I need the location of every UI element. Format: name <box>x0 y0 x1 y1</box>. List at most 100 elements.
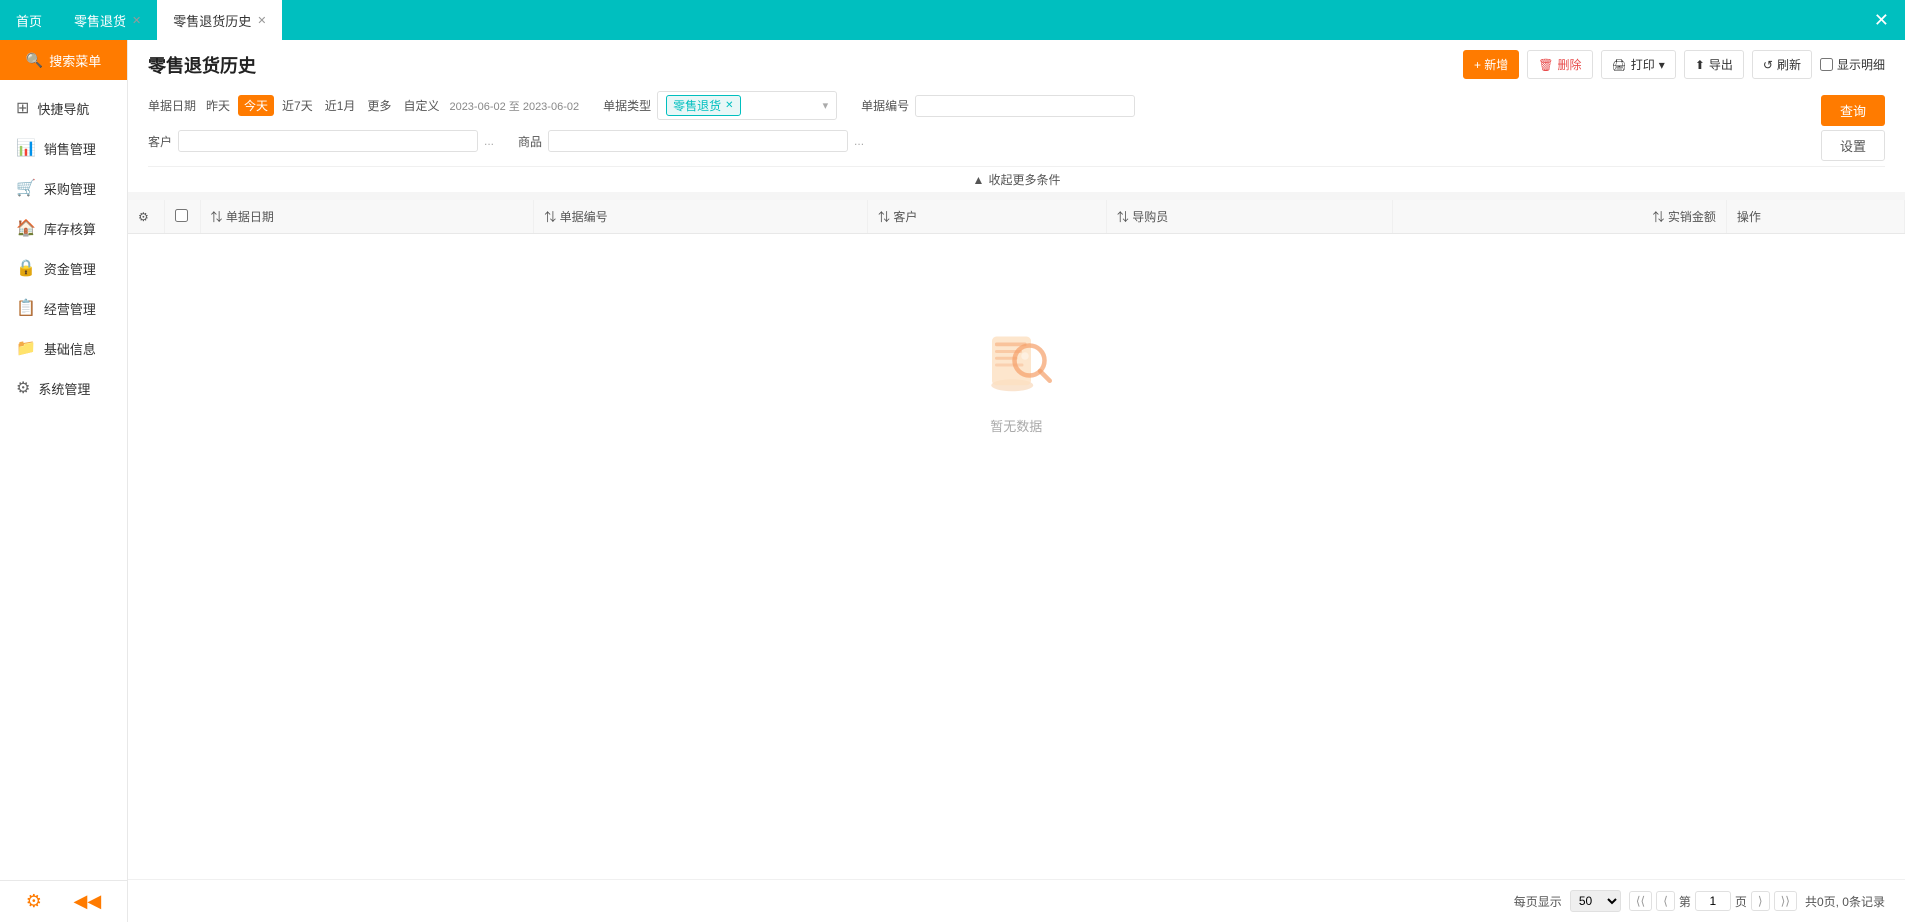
new-button[interactable]: + 新增 <box>1463 50 1519 79</box>
sidebar-item-quick-nav[interactable]: ⊞ 快捷导航 <box>0 88 127 128</box>
date-opt-7days[interactable]: 近7天 <box>278 95 317 116</box>
refresh-button[interactable]: ↺ 刷新 <box>1752 50 1812 79</box>
sidebar-item-label: 经营管理 <box>44 299 96 318</box>
th-actions: 操作 <box>1726 200 1904 234</box>
show-detail-checkbox[interactable] <box>1820 58 1833 71</box>
sidebar-item-finance[interactable]: 🔒 资金管理 <box>0 248 127 288</box>
sidebar-search[interactable]: 🔍 搜索菜单 <box>0 40 127 80</box>
collapse-label: 收起更多条件 <box>988 171 1060 188</box>
table-area: ⚙ ⇅ 单据日期 ⇅ 单据编号 <box>128 200 1905 879</box>
table-header: ⚙ ⇅ 单据日期 ⇅ 单据编号 <box>128 200 1905 234</box>
sidebar-item-system[interactable]: ⚙ 系统管理 <box>0 368 127 408</box>
th-number: ⇅ 单据编号 <box>534 200 868 234</box>
page-number-input[interactable] <box>1695 891 1731 911</box>
tab-retail-return-history[interactable]: 零售退货历史 ✕ <box>157 0 282 40</box>
th-date-label: 单据日期 <box>226 210 274 224</box>
page-nav: ⟨⟨ ⟨ 第 页 ⟩ ⟩⟩ <box>1629 891 1797 911</box>
close-retail-return-tab[interactable]: ✕ <box>132 14 141 27</box>
sidebar-item-inventory[interactable]: 🏠 库存核算 <box>0 208 127 248</box>
sidebar-item-label: 采购管理 <box>44 179 96 198</box>
goods-input[interactable] <box>548 130 848 152</box>
inventory-icon: 🏠 <box>16 218 36 238</box>
empty-state-icon <box>971 314 1061 404</box>
per-page-select[interactable]: 50 20 100 <box>1570 890 1621 912</box>
export-button[interactable]: ⬆ 导出 <box>1684 50 1744 79</box>
doc-type-tag-remove[interactable]: ✕ <box>725 100 733 111</box>
filter-main-row: 单据日期 昨天 今天 近7天 近1月 更多 自定义 2023-06-02 至 2… <box>148 91 1885 162</box>
sidebar-item-basic-info[interactable]: 📁 基础信息 <box>0 328 127 368</box>
filter-fields: 单据日期 昨天 今天 近7天 近1月 更多 自定义 2023-06-02 至 2… <box>148 91 1805 162</box>
date-opt-more[interactable]: 更多 <box>363 95 395 116</box>
sidebar-item-sales-mgmt[interactable]: 📊 销售管理 <box>0 128 127 168</box>
tab-retail-return[interactable]: 零售退货 ✕ <box>58 0 157 40</box>
empty-state-cell: 暂无数据 <box>128 234 1905 516</box>
sidebar-search-label: 搜索菜单 <box>49 51 101 70</box>
prev-page-button[interactable]: ⟨ <box>1656 891 1675 911</box>
column-settings-icon[interactable]: ⚙ <box>138 210 149 224</box>
sidebar-item-label: 销售管理 <box>44 139 96 158</box>
sidebar-bottom: ⚙ ◀◀ <box>0 880 127 922</box>
goods-ellipsis[interactable]: ... <box>854 134 864 148</box>
th-actions-label: 操作 <box>1737 210 1761 224</box>
next-page-button[interactable]: ⟩ <box>1751 891 1770 911</box>
th-settings[interactable]: ⚙ <box>128 200 164 234</box>
print-button[interactable]: 🖨 打印 ▾ <box>1601 50 1676 79</box>
first-page-button[interactable]: ⟨⟨ <box>1629 891 1652 911</box>
tab-home[interactable]: 首页 <box>0 0 58 40</box>
table-body: 暂无数据 <box>128 234 1905 516</box>
audio-bottom-icon[interactable]: ◀◀ <box>74 891 102 912</box>
date-opt-yesterday[interactable]: 昨天 <box>202 95 234 116</box>
sidebar-item-label: 资金管理 <box>44 259 96 278</box>
print-icon: 🖨 <box>1612 58 1627 72</box>
sidebar-item-label: 系统管理 <box>38 379 90 398</box>
date-opt-custom[interactable]: 自定义 <box>399 95 443 116</box>
query-button[interactable]: 查询 <box>1821 95 1885 126</box>
doc-type-label: 单据类型 <box>603 97 651 114</box>
doc-number-input[interactable] <box>915 95 1135 117</box>
content-area: 零售退货历史 + 新增 🗑 删除 🖨 打印 ▾ ⬆ 导出 <box>128 40 1905 922</box>
filter-row-1: 单据日期 昨天 今天 近7天 近1月 更多 自定义 2023-06-02 至 2… <box>148 91 1805 120</box>
sidebar: 🔍 搜索菜单 ⊞ 快捷导航 📊 销售管理 🛒 采购管理 🏠 库存核算 🔒 <box>0 40 128 922</box>
show-detail-checkbox-label[interactable]: 显示明细 <box>1820 56 1885 73</box>
th-amount: ⇅ 实销金额 <box>1393 200 1727 234</box>
select-all-checkbox[interactable] <box>175 209 188 222</box>
page-title-row: 零售退货历史 + 新增 🗑 删除 🖨 打印 ▾ ⬆ 导出 <box>148 50 1885 79</box>
toolbar: + 新增 🗑 删除 🖨 打印 ▾ ⬆ 导出 ↺ <box>1463 50 1885 79</box>
th-amount-label: 实销金额 <box>1668 210 1716 224</box>
print-chevron-icon: ▾ <box>1659 58 1665 72</box>
trash-icon: 🗑 <box>1538 58 1553 72</box>
close-history-tab[interactable]: ✕ <box>257 14 266 27</box>
date-opt-1month[interactable]: 近1月 <box>321 95 360 116</box>
data-table: ⚙ ⇅ 单据日期 ⇅ 单据编号 <box>128 200 1905 515</box>
finance-icon: 🔒 <box>16 258 36 278</box>
sidebar-item-label: 库存核算 <box>44 219 96 238</box>
set-button[interactable]: 设置 <box>1821 130 1885 161</box>
doc-type-select[interactable]: 零售退货 ✕ ▾ <box>657 91 837 120</box>
th-customer-label: 客户 <box>893 210 917 224</box>
collapse-bar[interactable]: ▲ 收起更多条件 <box>148 166 1885 192</box>
settings-bottom-icon[interactable]: ⚙ <box>26 891 42 912</box>
customer-ellipsis[interactable]: ... <box>484 134 494 148</box>
collapse-icon: ▲ <box>973 173 985 187</box>
filter-section: 零售退货历史 + 新增 🗑 删除 🖨 打印 ▾ ⬆ 导出 <box>128 40 1905 192</box>
date-opt-today[interactable]: 今天 <box>238 95 274 116</box>
customer-label: 客户 <box>148 133 172 150</box>
empty-state: 暂无数据 <box>128 234 1905 515</box>
top-bar: 首页 零售退货 ✕ 零售退货历史 ✕ ✕ <box>0 0 1905 40</box>
pagination: 每页显示 50 20 100 ⟨⟨ ⟨ 第 页 ⟩ ⟩⟩ 共0页, 0条记录 <box>128 879 1905 922</box>
sidebar-item-purchase-mgmt[interactable]: 🛒 采购管理 <box>0 168 127 208</box>
purchase-icon: 🛒 <box>16 178 36 198</box>
sidebar-item-label: 快捷导航 <box>37 99 89 118</box>
last-page-button[interactable]: ⟩⟩ <box>1774 891 1797 911</box>
sidebar-item-operations[interactable]: 📋 经营管理 <box>0 288 127 328</box>
th-checkbox[interactable] <box>164 200 200 234</box>
sidebar-nav: ⊞ 快捷导航 📊 销售管理 🛒 采购管理 🏠 库存核算 🔒 资金管理 📋 <box>0 80 127 880</box>
refresh-icon: ↺ <box>1763 58 1773 72</box>
goods-filter-group: 商品 ... <box>518 130 864 152</box>
system-icon: ⚙ <box>16 378 30 398</box>
doc-type-tag: 零售退货 ✕ <box>666 95 740 116</box>
window-close-button[interactable]: ✕ <box>1858 10 1905 31</box>
export-icon: ⬆ <box>1695 58 1705 72</box>
delete-button[interactable]: 🗑 删除 <box>1527 50 1592 79</box>
customer-input[interactable] <box>178 130 478 152</box>
